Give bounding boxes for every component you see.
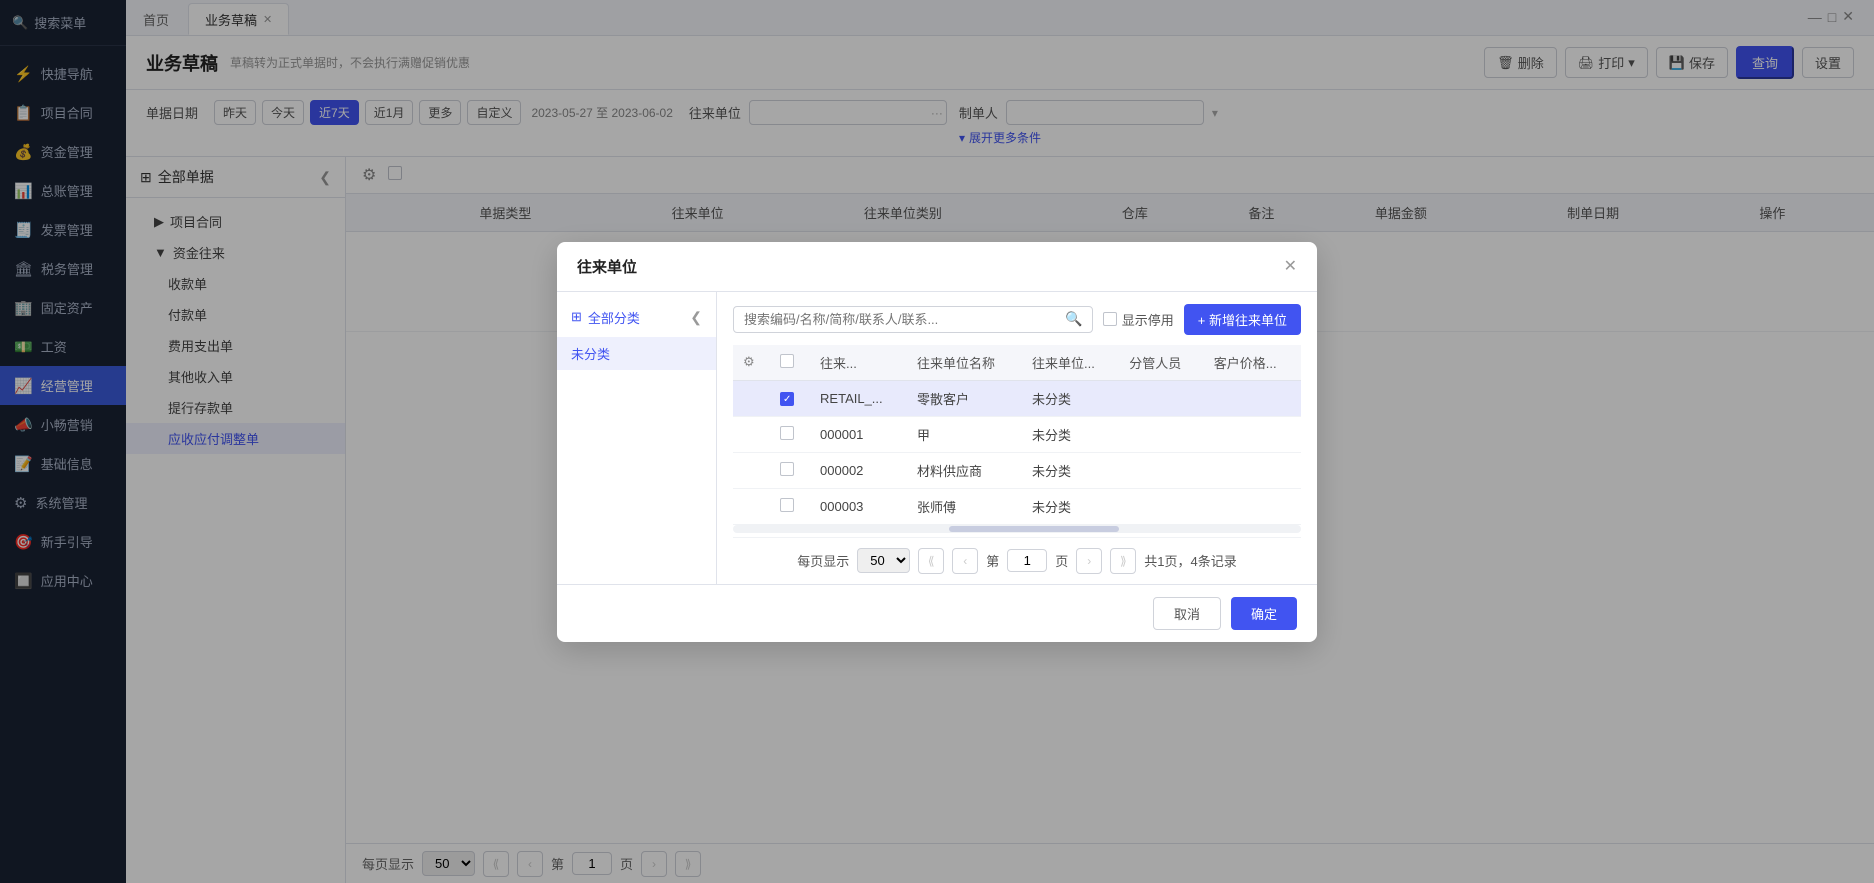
dialog-body: ⊞ 全部分类 ❮ 未分类 🔍 显示停用 (557, 292, 1317, 584)
dialog-horizontal-scrollbar[interactable] (733, 525, 1301, 533)
dialog-right: 🔍 显示停用 + 新增往来单位 ⚙ (717, 292, 1317, 584)
row-manager (1119, 452, 1204, 488)
col-code: 往来... (810, 345, 907, 381)
row-settings (733, 452, 770, 488)
row-code: 000003 (810, 488, 907, 524)
dialog-pagination: 每页显示 50 ⟪ ‹ 第 页 › ⟫ 共1页，4条记录 (733, 537, 1301, 584)
row-settings (733, 416, 770, 452)
dialog-page-label: 第 (986, 551, 999, 570)
show-disabled-label: 显示停用 (1122, 310, 1174, 329)
dialog-footer: 取消 确定 (557, 584, 1317, 642)
row-checkbox-3[interactable] (780, 462, 794, 476)
col-category: 往来单位... (1022, 345, 1119, 381)
row-price-cat (1204, 416, 1301, 452)
row-settings (733, 380, 770, 416)
row-checkbox: ✓ (770, 380, 810, 416)
col-price-cat: 客户价格... (1204, 345, 1301, 381)
row-checkbox-1[interactable]: ✓ (780, 392, 794, 406)
dialog-per-page-select[interactable]: 50 (857, 548, 910, 573)
search-icon: 🔍 (1065, 311, 1082, 328)
row-price-cat (1204, 488, 1301, 524)
row-name: 材料供应商 (907, 452, 1022, 488)
dialog-close-button[interactable]: ✕ (1284, 256, 1297, 276)
dialog-next-page-btn[interactable]: › (1076, 548, 1102, 574)
row-category: 未分类 (1022, 452, 1119, 488)
row-name: 甲 (907, 416, 1022, 452)
select-all-dialog-checkbox[interactable] (780, 354, 794, 368)
row-manager (1119, 488, 1204, 524)
dialog-last-page-btn[interactable]: ⟫ (1110, 548, 1136, 574)
row-settings (733, 488, 770, 524)
row-manager (1119, 416, 1204, 452)
row-category: 未分类 (1022, 416, 1119, 452)
dialog-first-page-btn[interactable]: ⟪ (918, 548, 944, 574)
row-checkbox (770, 488, 810, 524)
row-name: 零散客户 (907, 380, 1022, 416)
scrollbar-thumb (949, 526, 1119, 532)
per-page-label: 每页显示 (797, 551, 849, 570)
cancel-button[interactable]: 取消 (1153, 597, 1221, 630)
dialog-overlay: 往来单位 ✕ ⊞ 全部分类 ❮ 未分类 (0, 0, 1874, 883)
row-checkbox (770, 452, 810, 488)
col-settings: ⚙ (733, 345, 770, 381)
col-name: 往来单位名称 (907, 345, 1022, 381)
dialog-table: ⚙ 往来... 往来单位名称 往来单位... 分管人员 客户价格... (733, 345, 1301, 525)
dialog-cat-header: ⊞ 全部分类 ❮ (557, 302, 716, 337)
dialog-table-row[interactable]: 000003 张师傅 未分类 (733, 488, 1301, 524)
dialog-table-row[interactable]: 000001 甲 未分类 (733, 416, 1301, 452)
dialog-cat-item-label: 未分类 (571, 347, 610, 362)
dialog-page-unit: 页 (1055, 551, 1068, 570)
dialog-prev-page-btn[interactable]: ‹ (952, 548, 978, 574)
dialog-page-input[interactable] (1007, 549, 1047, 572)
row-category: 未分类 (1022, 488, 1119, 524)
dialog-header: 往来单位 ✕ (557, 242, 1317, 292)
row-checkbox (770, 416, 810, 452)
dialog-toolbar: 🔍 显示停用 + 新增往来单位 (733, 304, 1301, 335)
dialog-cat-header-label: 全部分类 (588, 308, 640, 327)
dialog-title: 往来单位 (577, 256, 637, 277)
dialog-categories: ⊞ 全部分类 ❮ 未分类 (557, 292, 717, 584)
col-checkbox (770, 345, 810, 381)
dialog-table-row[interactable]: 000002 材料供应商 未分类 (733, 452, 1301, 488)
dialog-table-row[interactable]: ✓ RETAIL_... 零散客户 未分类 (733, 380, 1301, 416)
grid-icon: ⊞ (571, 309, 582, 325)
new-partner-label: + 新增往来单位 (1198, 310, 1287, 329)
dialog-table-header: ⚙ 往来... 往来单位名称 往来单位... 分管人员 客户价格... (733, 345, 1301, 381)
row-price-cat (1204, 452, 1301, 488)
partner-dialog: 往来单位 ✕ ⊞ 全部分类 ❮ 未分类 (557, 242, 1317, 642)
row-category: 未分类 (1022, 380, 1119, 416)
row-manager (1119, 380, 1204, 416)
dialog-search-input[interactable] (733, 306, 1093, 333)
new-partner-button[interactable]: + 新增往来单位 (1184, 304, 1301, 335)
row-price-cat (1204, 380, 1301, 416)
confirm-button[interactable]: 确定 (1231, 597, 1297, 630)
row-name: 张师傅 (907, 488, 1022, 524)
dialog-search-wrap: 🔍 (733, 306, 1093, 333)
show-disabled-checkbox[interactable] (1103, 312, 1117, 326)
show-disabled-checkbox-group: 显示停用 (1103, 310, 1174, 329)
dialog-total-label: 共1页，4条记录 (1144, 551, 1236, 570)
dialog-cat-item-uncategorized[interactable]: 未分类 (557, 337, 716, 370)
row-code: 000002 (810, 452, 907, 488)
row-checkbox-2[interactable] (780, 426, 794, 440)
dialog-left-collapse-button[interactable]: ❮ (690, 309, 702, 326)
col-manager: 分管人员 (1119, 345, 1204, 381)
row-code: RETAIL_... (810, 380, 907, 416)
dialog-table-wrap: ⚙ 往来... 往来单位名称 往来单位... 分管人员 客户价格... (733, 345, 1301, 525)
row-code: 000001 (810, 416, 907, 452)
row-checkbox-4[interactable] (780, 498, 794, 512)
